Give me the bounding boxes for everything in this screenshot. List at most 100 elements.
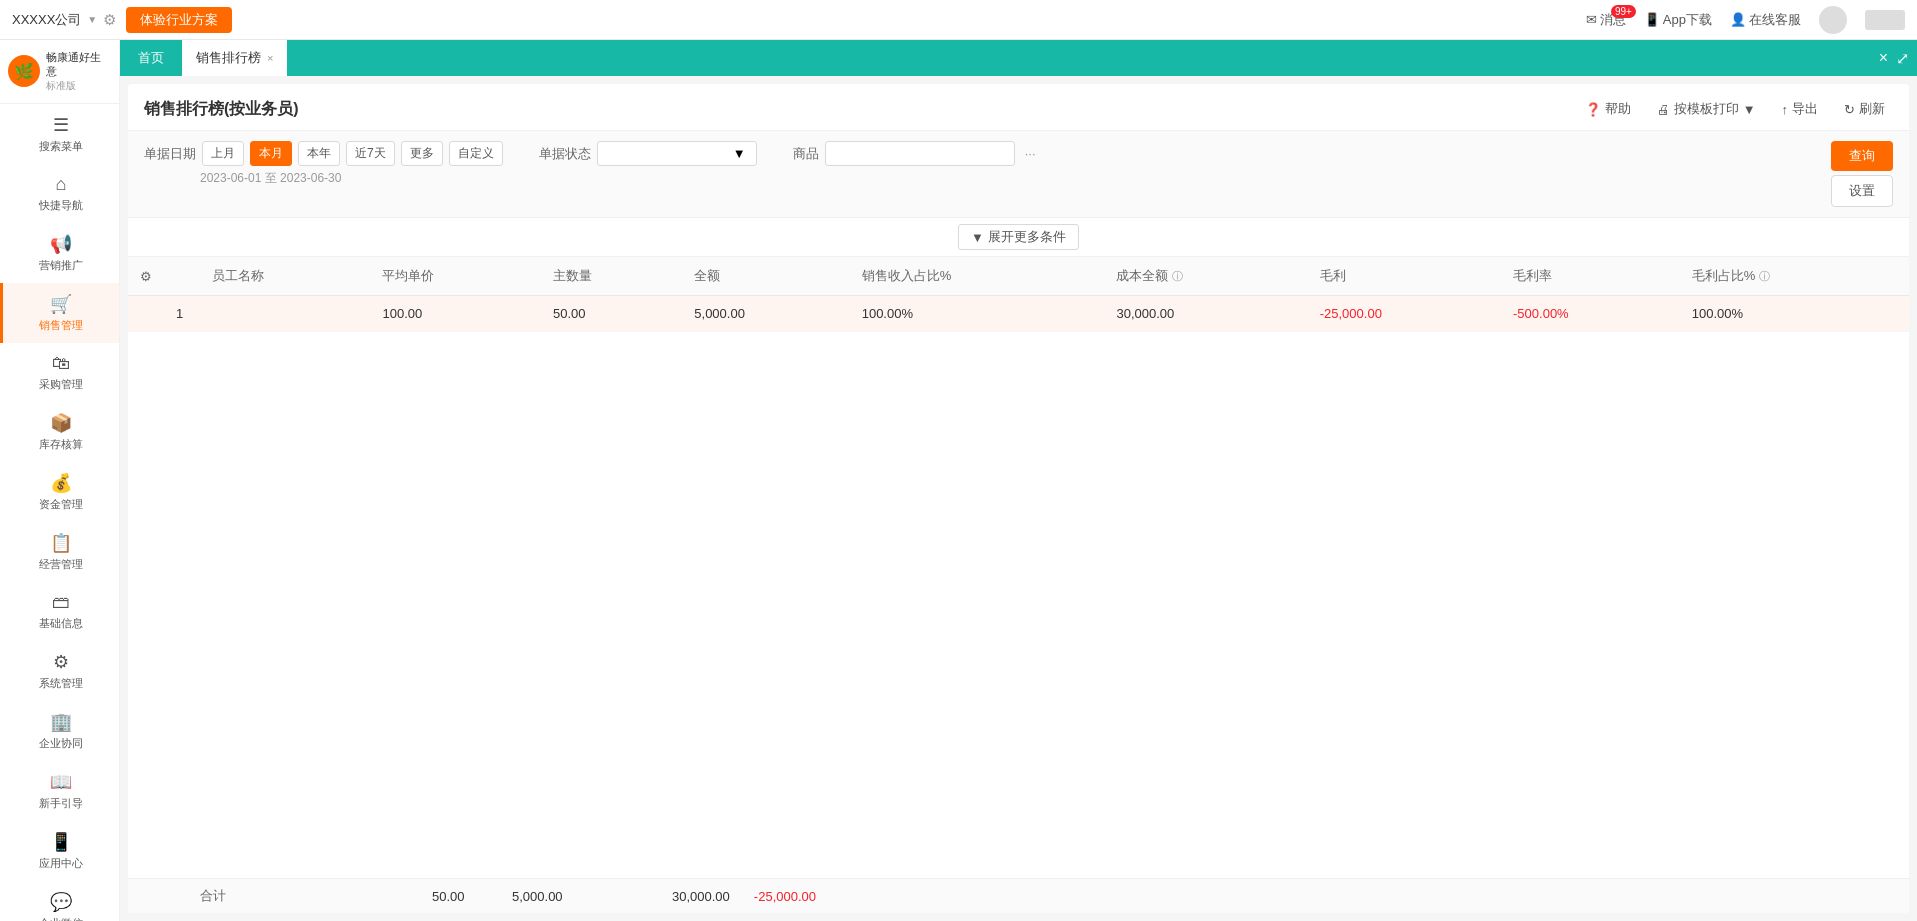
td-sales-pct: 100.00% — [850, 296, 1105, 332]
th-settings[interactable]: ⚙ — [128, 257, 164, 296]
sidebar-item-sales[interactable]: 🛒 销售管理 — [0, 283, 119, 343]
topbar-right: ✉ 消息 99+ 📱 App下载 👤 在线客服 — [1586, 6, 1905, 34]
tab-sales-ranking[interactable]: 销售排行榜 × — [182, 40, 287, 76]
app-center-label: 应用中心 — [39, 856, 83, 871]
company-name: XXXXX公司 — [12, 11, 81, 29]
td-gross-pct: 100.00% — [1680, 296, 1909, 332]
main-layout: 🌿 畅康通好生意 标准版 ☰ 搜索菜单 ⌂ 快捷导航 📢 营销推广 🛒 销售管理… — [0, 40, 1917, 921]
enterprise-icon: 🏢 — [50, 711, 72, 733]
tab-bar-right: × ⤢ — [1879, 49, 1917, 68]
trial-btn[interactable]: 体验行业方案 — [126, 7, 232, 33]
th-rank — [164, 257, 200, 296]
sidebar-item-wechat[interactable]: 💬 企业微信 — [0, 881, 119, 921]
gross-pct-info-icon[interactable]: ⓘ — [1759, 270, 1770, 282]
app-download-btn[interactable]: 📱 App下载 — [1644, 11, 1712, 29]
sidebar-item-marketing[interactable]: 📢 营销推广 — [0, 223, 119, 283]
tab-minimize-btn[interactable]: × — [1879, 49, 1888, 67]
online-service-btn[interactable]: 👤 在线客服 — [1730, 11, 1801, 29]
th-cost: 成本全额 ⓘ — [1104, 257, 1307, 296]
goods-label: 商品 — [793, 145, 819, 163]
topbar-gear-icon[interactable]: ⚙ — [103, 11, 116, 29]
search-order-label: 搜索菜单 — [39, 139, 83, 154]
table-header-row: ⚙ 员工名称 平均单价 主数量 全额 销售收入占比% 成本全额 ⓘ 毛利 毛利率 — [128, 257, 1909, 296]
goods-input[interactable] — [825, 141, 1015, 166]
filter-bar: 单据日期 上月 本月 本年 近7天 更多 自定义 2023-06-01 至 20… — [128, 131, 1909, 218]
operations-icon: 📋 — [50, 532, 72, 554]
inventory-icon: 📦 — [50, 412, 72, 434]
sidebar-item-system[interactable]: ⚙ 系统管理 — [0, 641, 119, 701]
th-gross-pct: 毛利占比% ⓘ — [1680, 257, 1909, 296]
purchase-icon: 🛍 — [52, 353, 70, 374]
footer-qty: 50.00 — [420, 889, 500, 904]
user-name[interactable] — [1865, 10, 1905, 30]
export-btn[interactable]: ↑ 导出 — [1774, 96, 1827, 122]
goods-filter-group: 商品 ··· — [793, 141, 1036, 166]
expand-btn[interactable]: ▼ 展开更多条件 — [958, 224, 1079, 250]
app-label: App下载 — [1663, 11, 1712, 29]
td-gross-rate: -500.00% — [1501, 296, 1680, 332]
goods-more-icon[interactable]: ··· — [1025, 146, 1036, 161]
date-this-year-btn[interactable]: 本年 — [298, 141, 340, 166]
date-this-month-btn[interactable]: 本月 — [250, 141, 292, 166]
page-content: 销售排行榜(按业务员) ❓ 帮助 🖨 按模板打印 ▼ ↑ 导出 — [128, 84, 1909, 913]
sales-label: 销售管理 — [39, 318, 83, 333]
logo-icon: 🌿 — [8, 55, 40, 87]
td-settings — [128, 296, 164, 332]
print-label: 按模板打印 — [1674, 100, 1739, 118]
help-icon: ❓ — [1585, 102, 1601, 117]
td-rank: 1 — [164, 296, 200, 332]
date-custom-btn[interactable]: 自定义 — [449, 141, 503, 166]
footer-cost: 30,000.00 — [660, 889, 742, 904]
logo-name: 畅康通好生意 — [46, 50, 111, 79]
footer-label: 合计 — [140, 887, 340, 905]
settings-btn[interactable]: 设置 — [1831, 175, 1893, 207]
sidebar-item-inventory[interactable]: 📦 库存核算 — [0, 402, 119, 462]
sidebar-item-capital[interactable]: 💰 资金管理 — [0, 462, 119, 522]
sidebar-item-guide[interactable]: 📖 新手引导 — [0, 761, 119, 821]
capital-label: 资金管理 — [39, 497, 83, 512]
search-order-icon: ☰ — [53, 114, 69, 136]
refresh-btn[interactable]: ↻ 刷新 — [1836, 96, 1893, 122]
tab-close-icon[interactable]: × — [267, 52, 273, 64]
sidebar-item-search-order[interactable]: ☰ 搜索菜单 — [0, 104, 119, 164]
expand-label: 展开更多条件 — [988, 228, 1066, 246]
quick-nav-icon: ⌂ — [56, 174, 67, 195]
system-label: 系统管理 — [39, 676, 83, 691]
date-more-btn[interactable]: 更多 — [401, 141, 443, 166]
sidebar-item-purchase[interactable]: 🛍 采购管理 — [0, 343, 119, 402]
table-footer: 合计 50.00 5,000.00 30,000.00 -25,000.00 — [128, 878, 1909, 913]
service-icon: 👤 — [1730, 12, 1746, 27]
sidebar-item-quick-nav[interactable]: ⌂ 快捷导航 — [0, 164, 119, 223]
print-btn[interactable]: 🖨 按模板打印 ▼ — [1649, 96, 1764, 122]
status-select[interactable]: ▼ — [597, 141, 757, 166]
tab-home[interactable]: 首页 — [120, 40, 182, 76]
topbar: XXXXX公司 ▼ ⚙ 体验行业方案 ✉ 消息 99+ 📱 App下载 👤 在线… — [0, 0, 1917, 40]
sidebar-item-operations[interactable]: 📋 经营管理 — [0, 522, 119, 582]
sidebar-item-app-center[interactable]: 📱 应用中心 — [0, 821, 119, 881]
date-last-month-btn[interactable]: 上月 — [202, 141, 244, 166]
date-7days-btn[interactable]: 近7天 — [346, 141, 395, 166]
sidebar-item-basic-info[interactable]: 🗃 基础信息 — [0, 582, 119, 641]
tab-maximize-btn[interactable]: ⤢ — [1896, 49, 1909, 68]
help-label: 帮助 — [1605, 100, 1631, 118]
message-btn[interactable]: ✉ 消息 99+ — [1586, 11, 1626, 29]
operations-label: 经营管理 — [39, 557, 83, 572]
help-btn[interactable]: ❓ 帮助 — [1577, 96, 1639, 122]
basic-info-label: 基础信息 — [39, 616, 83, 631]
table-row: 1 100.00 50.00 5,000.00 100.00% 30,000.0… — [128, 296, 1909, 332]
expand-icon: ▼ — [971, 230, 984, 245]
avatar[interactable] — [1819, 6, 1847, 34]
td-gross: -25,000.00 — [1308, 296, 1501, 332]
query-btn[interactable]: 查询 — [1831, 141, 1893, 171]
sidebar-item-enterprise[interactable]: 🏢 企业协同 — [0, 701, 119, 761]
marketing-label: 营销推广 — [39, 258, 83, 273]
status-chevron-icon: ▼ — [733, 146, 746, 161]
company-selector[interactable]: XXXXX公司 ▼ — [12, 11, 97, 29]
th-employee: 员工名称 — [200, 257, 370, 296]
cost-info-icon[interactable]: ⓘ — [1172, 270, 1183, 282]
status-filter-group: 单据状态 ▼ — [539, 141, 757, 166]
date-filter-group: 单据日期 上月 本月 本年 近7天 更多 自定义 2023-06-01 至 20… — [144, 141, 503, 187]
status-label: 单据状态 — [539, 145, 591, 163]
system-icon: ⚙ — [53, 651, 69, 673]
basic-info-icon: 🗃 — [52, 592, 70, 613]
